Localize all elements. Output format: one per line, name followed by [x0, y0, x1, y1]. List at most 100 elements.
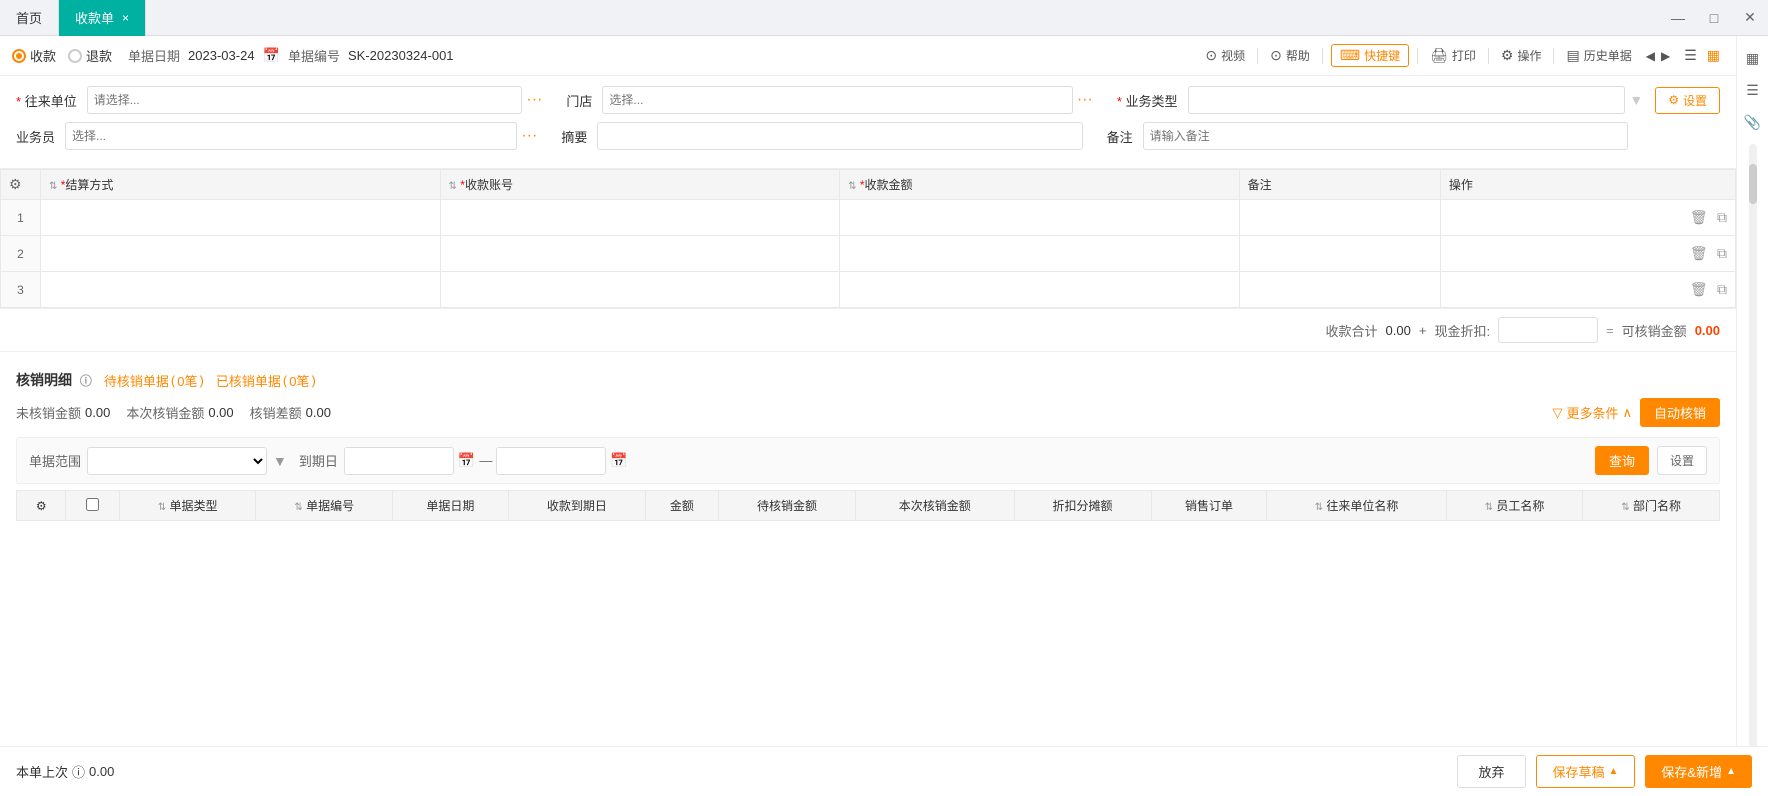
shortcut-btn[interactable]: ⌨ 快捷键 [1331, 44, 1409, 67]
doc-date-header: 单据日期 [393, 491, 509, 521]
date-from-calendar-icon[interactable]: 📅 [458, 452, 475, 469]
amount-cell-2[interactable] [840, 236, 1240, 272]
remark-input[interactable] [1143, 122, 1628, 150]
auto-recon-button[interactable]: 自动核销 [1640, 398, 1720, 427]
prev-arrow[interactable]: ◀ [1644, 47, 1657, 65]
business-type-field: * 业务类型 预收款 ▼ [1117, 86, 1643, 114]
remark-cell-1[interactable] [1239, 200, 1440, 236]
settings-button[interactable]: ⚙ 设置 [1655, 87, 1720, 114]
close-button[interactable]: ✕ [1732, 0, 1768, 36]
history-btn[interactable]: ▤ 历史单据 [1562, 45, 1635, 66]
table-row: 2 🗑 ⧉ [1, 236, 1736, 272]
history-label: 历史单据 [1584, 47, 1632, 64]
amount-header-label: *收款金额 [860, 178, 913, 192]
delete-icon-1[interactable]: 🗑 [1690, 209, 1708, 225]
list-view-btn[interactable]: ☰ [1680, 45, 1701, 66]
grid-view-btn[interactable]: ▦ [1703, 45, 1724, 66]
remark-cell-3[interactable] [1239, 272, 1440, 308]
table-row: 3 🗑 ⧉ [1, 272, 1736, 308]
help-btn[interactable]: ⊙ 帮助 [1266, 45, 1314, 66]
summary-input[interactable] [597, 122, 1082, 150]
save-new-button[interactable]: 保存&新增 ▲ [1645, 755, 1752, 788]
amount-cell-3[interactable] [840, 272, 1240, 308]
settle-cell-3[interactable] [41, 272, 441, 308]
footer-bar: 本单上次 ⓘ 0.00 放弃 保存草稿 ▲ 保存&新增 ▲ [0, 746, 1768, 796]
date-to-calendar-icon[interactable]: 📅 [610, 452, 627, 469]
amount-cell-1[interactable] [840, 200, 1240, 236]
right-panel-list-btn[interactable]: ☰ [1739, 76, 1767, 104]
salesperson-input[interactable] [65, 122, 517, 150]
account-cell-3[interactable] [440, 272, 840, 308]
minimize-button[interactable]: — [1660, 0, 1696, 36]
search-settings-button[interactable]: 设置 [1657, 446, 1707, 475]
counterpart-field: * 往来单位 ··· [16, 86, 542, 114]
check-col-header [66, 491, 119, 521]
recon-info-icon[interactable]: ⓘ [80, 374, 92, 388]
current-stat: 本次核销金额 0.00 [126, 403, 233, 422]
delete-icon-2[interactable]: 🗑 [1690, 245, 1708, 261]
account-cell-2[interactable] [440, 236, 840, 272]
window-controls: — □ ✕ [1660, 0, 1768, 36]
shop-more-btn[interactable]: ··· [1077, 91, 1093, 109]
table2-gear-icon[interactable]: ⚙ [36, 499, 47, 513]
remark-field: 备注 [1107, 122, 1628, 150]
copy-icon-3[interactable]: ⧉ [1717, 281, 1727, 297]
radio-refund[interactable]: 退款 [68, 46, 112, 65]
doc-date-calendar-icon[interactable]: 📅 [263, 47, 280, 64]
select-all-checkbox[interactable] [86, 498, 99, 511]
equals-sign: = [1606, 323, 1614, 338]
tab-home[interactable]: 首页 [0, 0, 59, 36]
shop-input[interactable] [602, 86, 1072, 114]
business-type-dropdown-icon[interactable]: ▼ [1629, 92, 1643, 108]
table-section: ⚙ ⇅ *结算方式 ⇅ *收款账号 ⇅ *收款金额 备注 [0, 169, 1736, 309]
divider-2 [1322, 48, 1323, 64]
footer-btns: 放弃 保存草稿 ▲ 保存&新增 ▲ [1457, 755, 1752, 788]
account-cell-1[interactable] [440, 200, 840, 236]
settle-cell-1[interactable] [41, 200, 441, 236]
completed-tab[interactable]: 已核销单据 ( 0笔 ) [216, 371, 316, 390]
draft-button[interactable]: 保存草稿 ▲ [1536, 755, 1636, 788]
salesperson-more-btn[interactable]: ··· [521, 127, 537, 145]
table-gear-icon[interactable]: ⚙ [9, 176, 22, 192]
counterpart-input[interactable] [87, 86, 523, 114]
due-date-header: 收款到期日 [508, 491, 645, 521]
employee-header: ⇅ 员工名称 [1446, 491, 1583, 521]
right-panel-scrollbar[interactable] [1749, 144, 1757, 760]
due-date-field: 到期日 2022-04-01 📅 — 2022-04-12 📅 [299, 447, 628, 475]
right-panel-table-btn[interactable]: ▦ [1739, 44, 1767, 72]
right-panel-attach-btn[interactable]: 📎 [1739, 108, 1767, 136]
radio-refund-circle [68, 49, 82, 63]
operation-btn[interactable]: ⚙ 操作 [1497, 45, 1546, 66]
main-container: 收款 退款 单据日期 2023-03-24 📅 单据编号 SK-20230324… [0, 36, 1768, 796]
more-filter-btn[interactable]: ▽ 更多条件 ∧ [1552, 403, 1632, 422]
print-btn[interactable]: 🖨 打印 [1426, 45, 1480, 66]
radio-receipt[interactable]: 收款 [12, 46, 56, 65]
range-dropdown-icon[interactable]: ▼ [273, 453, 287, 469]
copy-icon-2[interactable]: ⧉ [1717, 245, 1727, 261]
business-type-input[interactable]: 预收款 [1188, 86, 1626, 114]
counterpart-more-btn[interactable]: ··· [526, 91, 542, 109]
check-header: ⚙ [17, 491, 66, 521]
delete-icon-3[interactable]: 🗑 [1690, 281, 1708, 297]
copy-icon-1[interactable]: ⧉ [1717, 209, 1727, 225]
next-arrow[interactable]: ▶ [1659, 47, 1672, 65]
available-value: 0.00 [1695, 323, 1720, 338]
form-row-2: 业务员 ··· 摘要 备注 [16, 122, 1720, 150]
settle-cell-2[interactable] [41, 236, 441, 272]
divider-5 [1553, 48, 1554, 64]
tab-receipt[interactable]: 收款单 × [59, 0, 146, 36]
tab-close-icon[interactable]: × [122, 11, 129, 25]
filter-icon: ▽ [1552, 405, 1562, 421]
toolbar-right: ⊙ 视频 ⊙ 帮助 ⌨ 快捷键 🖨 打印 ⚙ 操作 [1201, 44, 1724, 67]
remark-cell-2[interactable] [1239, 236, 1440, 272]
abandon-button[interactable]: 放弃 [1457, 755, 1525, 788]
query-button[interactable]: 查询 [1595, 446, 1649, 475]
date-from-input[interactable]: 2022-04-01 [344, 447, 454, 475]
date-to-input[interactable]: 2022-04-12 [496, 447, 606, 475]
video-btn[interactable]: ⊙ 视频 [1201, 45, 1249, 66]
discount-input[interactable] [1498, 317, 1598, 343]
operation-label: 操作 [1517, 47, 1541, 64]
maximize-button[interactable]: □ [1696, 0, 1732, 36]
pending-tab[interactable]: 待核销单据 ( 0笔 ) [104, 371, 204, 390]
range-select[interactable] [87, 447, 267, 475]
